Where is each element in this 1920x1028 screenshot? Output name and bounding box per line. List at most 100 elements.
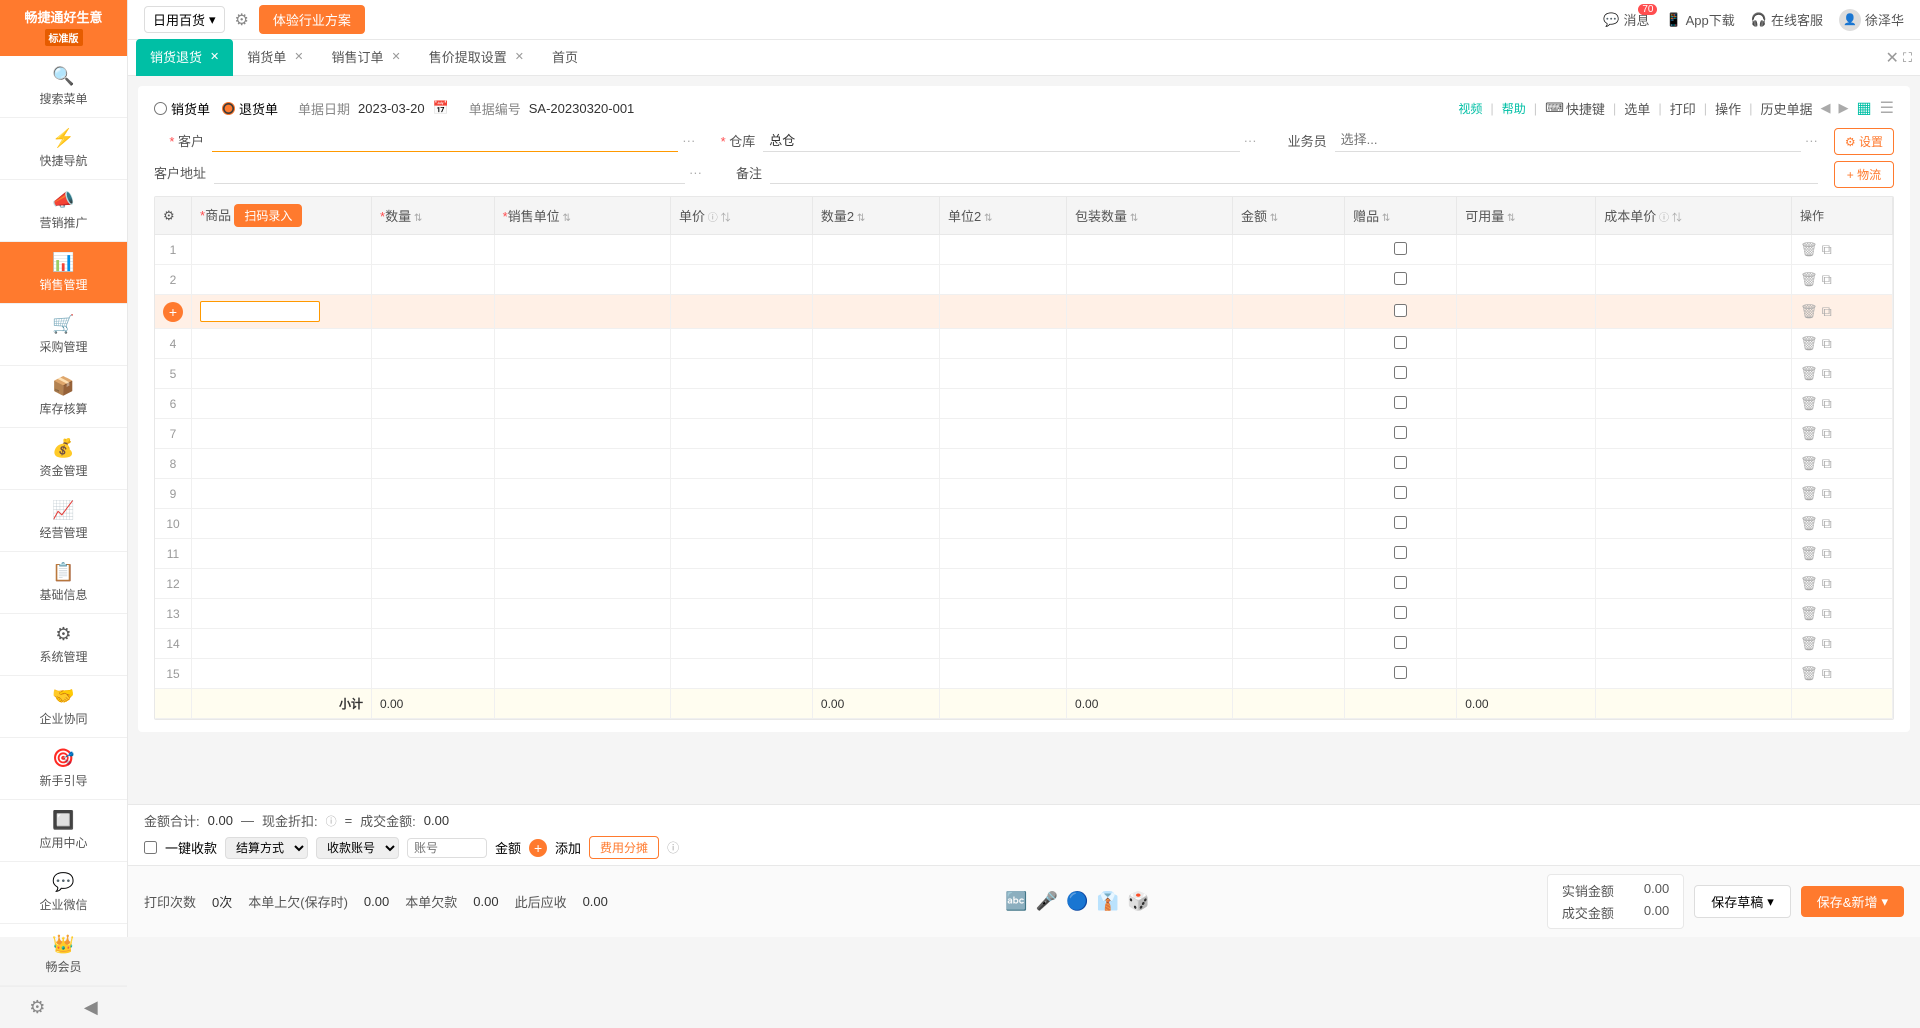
- cell-price-6[interactable]: [671, 389, 813, 419]
- settings-btn[interactable]: ⚙ 设置: [1834, 128, 1894, 155]
- cell-gift-3[interactable]: [1345, 295, 1457, 329]
- settings-icon[interactable]: ⚙: [163, 208, 175, 223]
- logistics-btn[interactable]: + 物流: [1834, 161, 1894, 188]
- sidebar-item-营销推广[interactable]: 📣营销推广: [0, 180, 127, 242]
- tab-close-2[interactable]: ✕: [391, 50, 400, 63]
- cell-amount-10[interactable]: [1232, 509, 1344, 539]
- cell-cost-price-6[interactable]: [1596, 389, 1792, 419]
- copy-row-icon-1[interactable]: ⧉: [1822, 241, 1832, 258]
- cell-gift-12[interactable]: [1345, 569, 1457, 599]
- save-draft-btn[interactable]: 保存草稿 ▾: [1694, 885, 1791, 918]
- tab-0[interactable]: 首页: [538, 39, 592, 76]
- cell-price-5[interactable]: [671, 359, 813, 389]
- cell-qty2-10[interactable]: [812, 509, 939, 539]
- sidebar-item-企业协同[interactable]: 🤝企业协同: [0, 676, 127, 738]
- cell-cost-price-1[interactable]: [1596, 235, 1792, 265]
- cell-qty-10[interactable]: [372, 509, 495, 539]
- delete-row-icon-11[interactable]: 🗑: [1800, 545, 1818, 562]
- cell-qty2-11[interactable]: [812, 539, 939, 569]
- cell-pack-qty-12[interactable]: [1067, 569, 1233, 599]
- radio-sale[interactable]: 销货单: [154, 99, 210, 118]
- cell-available-3[interactable]: [1457, 295, 1596, 329]
- cell-pack-qty-5[interactable]: [1067, 359, 1233, 389]
- cell-available-8[interactable]: [1457, 449, 1596, 479]
- delete-row-icon-5[interactable]: 🗑: [1800, 365, 1818, 382]
- sidebar-item-应用中心[interactable]: 🔲应用中心: [0, 800, 127, 862]
- experience-btn[interactable]: 体验行业方案: [259, 5, 365, 34]
- cell-product-1[interactable]: [192, 235, 372, 265]
- cell-amount-12[interactable]: [1232, 569, 1344, 599]
- cell-pack-qty-4[interactable]: [1067, 329, 1233, 359]
- copy-row-icon-10[interactable]: ⧉: [1822, 515, 1832, 532]
- cell-price-9[interactable]: [671, 479, 813, 509]
- cell-available-7[interactable]: [1457, 419, 1596, 449]
- cell-available-1[interactable]: [1457, 235, 1596, 265]
- cell-pack-qty-3[interactable]: [1067, 295, 1233, 329]
- fee-btn[interactable]: 费用分摊: [589, 836, 659, 859]
- cell-cost-price-13[interactable]: [1596, 599, 1792, 629]
- copy-row-icon-15[interactable]: ⧉: [1822, 665, 1832, 682]
- one-key-pay-checkbox[interactable]: [144, 841, 157, 854]
- cell-amount-11[interactable]: [1232, 539, 1344, 569]
- gift-checkbox-1[interactable]: [1394, 242, 1407, 255]
- message-btn[interactable]: 💬 消息 70: [1603, 10, 1649, 29]
- remark-input[interactable]: [770, 160, 1818, 184]
- cell-qty-8[interactable]: [372, 449, 495, 479]
- gift-checkbox-2[interactable]: [1394, 272, 1407, 285]
- cell-price-7[interactable]: [671, 419, 813, 449]
- add-payment-btn[interactable]: +: [529, 839, 547, 857]
- cell-qty2-13[interactable]: [812, 599, 939, 629]
- cell-available-13[interactable]: [1457, 599, 1596, 629]
- gift-checkbox-11[interactable]: [1394, 546, 1407, 559]
- settle-method-select[interactable]: 结算方式: [225, 837, 308, 859]
- cell-pack-qty-10[interactable]: [1067, 509, 1233, 539]
- cell-unit2-13[interactable]: [939, 599, 1066, 629]
- cell-unit2-9[interactable]: [939, 479, 1066, 509]
- cell-product-9[interactable]: [192, 479, 372, 509]
- cell-amount-5[interactable]: [1232, 359, 1344, 389]
- cell-unit2-8[interactable]: [939, 449, 1066, 479]
- video-action[interactable]: 视频: [1458, 100, 1482, 117]
- topbar-gear-icon[interactable]: ⚙: [235, 10, 249, 30]
- calendar-icon[interactable]: 📅: [433, 100, 449, 116]
- cell-qty2-9[interactable]: [812, 479, 939, 509]
- shortcut-action[interactable]: ⌨ 快捷键: [1545, 99, 1605, 118]
- grid-view-icon[interactable]: ▦: [1857, 98, 1872, 118]
- cell-available-2[interactable]: [1457, 265, 1596, 295]
- cell-available-15[interactable]: [1457, 659, 1596, 689]
- cell-qty-3[interactable]: [372, 295, 495, 329]
- cell-gift-5[interactable]: [1345, 359, 1457, 389]
- cell-sale-unit-4[interactable]: [494, 329, 670, 359]
- cell-price-1[interactable]: [671, 235, 813, 265]
- cell-amount-13[interactable]: [1232, 599, 1344, 629]
- scan-btn[interactable]: 扫码录入: [234, 204, 302, 227]
- cell-gift-9[interactable]: [1345, 479, 1457, 509]
- cell-sale-unit-6[interactable]: [494, 389, 670, 419]
- app-download-btn[interactable]: 📱 App下载: [1665, 10, 1734, 29]
- delete-row-icon-7[interactable]: 🗑: [1800, 425, 1818, 442]
- cell-pack-qty-1[interactable]: [1067, 235, 1233, 265]
- cell-gift-15[interactable]: [1345, 659, 1457, 689]
- copy-row-icon-8[interactable]: ⧉: [1822, 455, 1832, 472]
- sidebar-item-企业微信[interactable]: 💬企业微信: [0, 862, 127, 924]
- cell-product-14[interactable]: [192, 629, 372, 659]
- cell-cost-price-10[interactable]: [1596, 509, 1792, 539]
- cell-pack-qty-7[interactable]: [1067, 419, 1233, 449]
- cell-qty-13[interactable]: [372, 599, 495, 629]
- cell-qty2-8[interactable]: [812, 449, 939, 479]
- online-service-btn[interactable]: 🎧 在线客服: [1751, 10, 1823, 29]
- cell-sale-unit-13[interactable]: [494, 599, 670, 629]
- cell-gift-8[interactable]: [1345, 449, 1457, 479]
- cell-qty2-3[interactable]: [812, 295, 939, 329]
- copy-row-icon-12[interactable]: ⧉: [1822, 575, 1832, 592]
- cell-sale-unit-5[interactable]: [494, 359, 670, 389]
- cell-sale-unit-8[interactable]: [494, 449, 670, 479]
- cell-amount-7[interactable]: [1232, 419, 1344, 449]
- account-select[interactable]: 收款账号: [316, 837, 399, 859]
- cell-amount-15[interactable]: [1232, 659, 1344, 689]
- cell-unit2-2[interactable]: [939, 265, 1066, 295]
- cell-qty2-4[interactable]: [812, 329, 939, 359]
- cell-product-7[interactable]: [192, 419, 372, 449]
- cell-qty-1[interactable]: [372, 235, 495, 265]
- tab-close-4[interactable]: ✕: [210, 50, 219, 63]
